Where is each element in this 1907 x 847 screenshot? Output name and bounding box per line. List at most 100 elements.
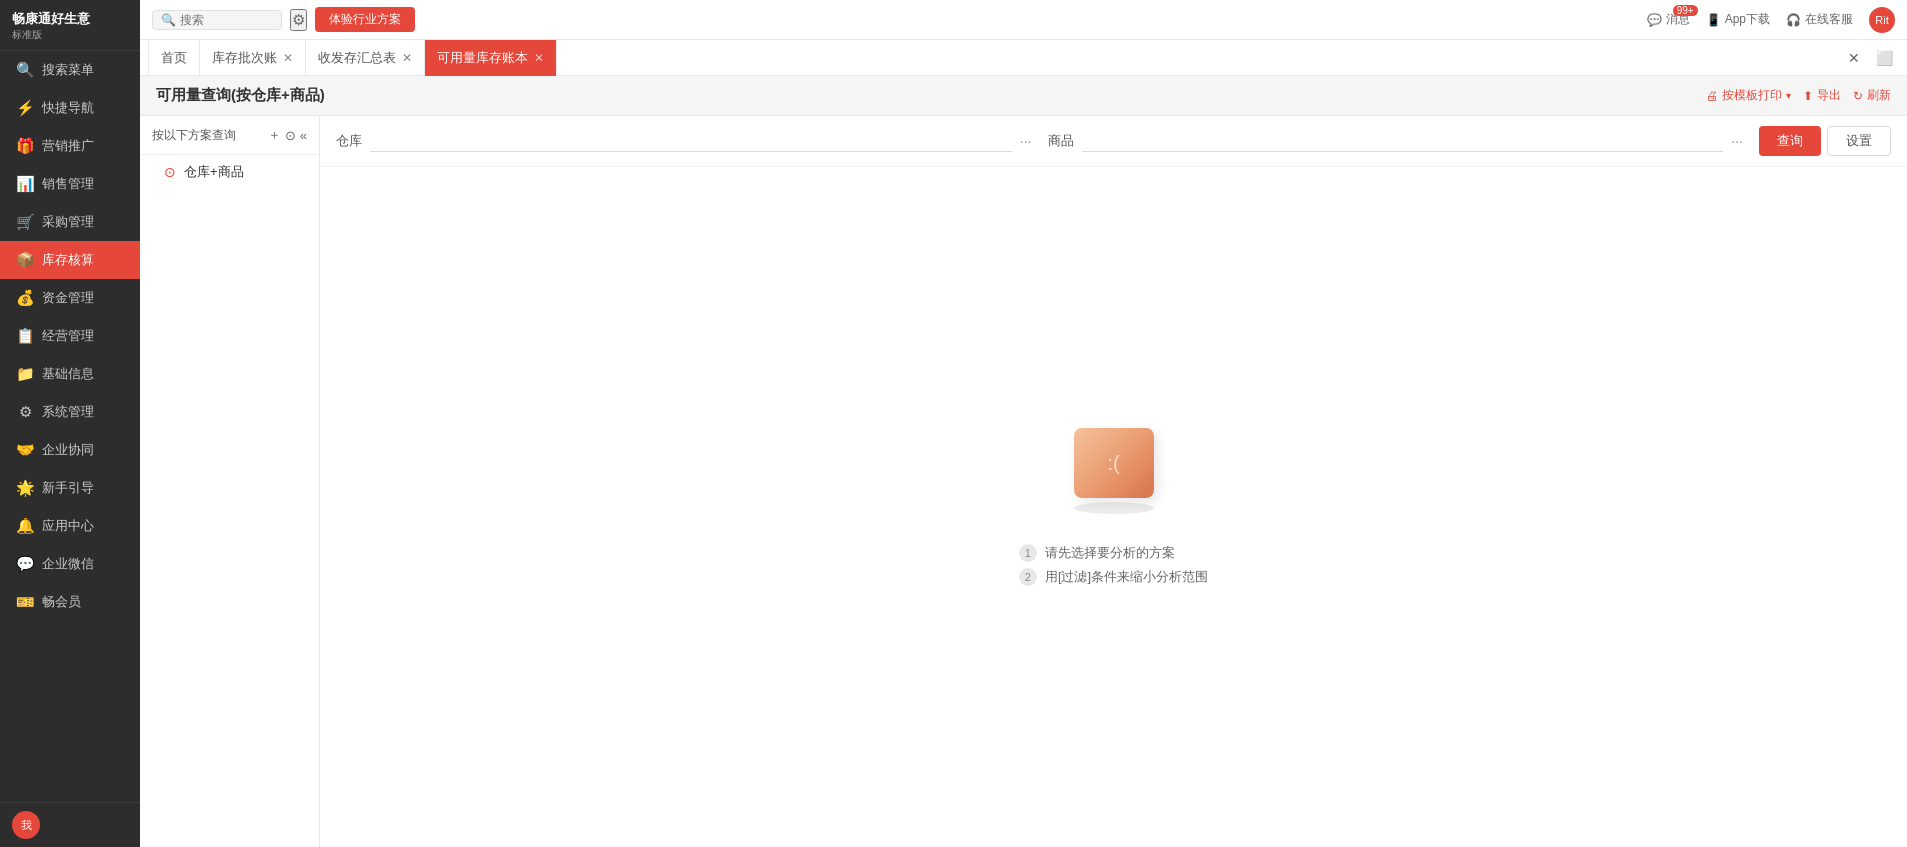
- sidebar-item-label: 快捷导航: [42, 99, 94, 117]
- export-icon: ⬆: [1803, 89, 1813, 103]
- print-icon: 🖨: [1706, 89, 1718, 103]
- settings-button[interactable]: 设置: [1827, 126, 1891, 156]
- settings-icon[interactable]: ⚙: [290, 9, 307, 31]
- tab-close-receipt[interactable]: ✕: [402, 51, 412, 65]
- sidebar-item-finance[interactable]: 💰 资金管理: [0, 279, 140, 317]
- message-badge: 99+: [1673, 5, 1698, 16]
- folder-icon: 📁: [16, 365, 34, 383]
- message-button[interactable]: 💬 消息 99+: [1647, 11, 1690, 28]
- app-subtitle: 标准版: [12, 28, 128, 42]
- tab-home[interactable]: 首页: [148, 40, 200, 76]
- search-box[interactable]: 🔍: [152, 10, 282, 30]
- sidebar-logo: 畅康通好生意 标准版: [0, 0, 140, 51]
- warehouse-input[interactable]: [370, 131, 1012, 152]
- sidebar-item-operation[interactable]: 📋 经营管理: [0, 317, 140, 355]
- page-title: 可用量查询(按仓库+商品): [156, 86, 325, 105]
- filter-header: 按以下方案查询 ＋ ⊙ «: [140, 116, 319, 155]
- topbar: 🔍 ⚙ 体验行业方案 💬 消息 99+ 📱 App下载 🎧 在线客服 Rit: [140, 0, 1907, 40]
- main-area: 🔍 ⚙ 体验行业方案 💬 消息 99+ 📱 App下载 🎧 在线客服 Rit: [140, 0, 1907, 847]
- sidebar-item-marketing[interactable]: 🎁 营销推广: [0, 127, 140, 165]
- sidebar-item-label: 营销推广: [42, 137, 94, 155]
- sidebar-footer[interactable]: 我: [0, 802, 140, 847]
- customer-service-button[interactable]: 🎧 在线客服: [1786, 11, 1853, 28]
- chevron-down-icon: ▾: [1786, 90, 1791, 101]
- tab-receipt-summary[interactable]: 收发存汇总表 ✕: [306, 40, 425, 76]
- empty-illustration: [1054, 428, 1174, 528]
- app-download-button[interactable]: 📱 App下载: [1706, 11, 1770, 28]
- topbar-right: 💬 消息 99+ 📱 App下载 🎧 在线客服 Rit: [1647, 7, 1895, 33]
- sidebar-item-label: 采购管理: [42, 213, 94, 231]
- warehouse-more-icon[interactable]: ···: [1020, 133, 1032, 149]
- sidebar-item-sales[interactable]: 📊 销售管理: [0, 165, 140, 203]
- empty-hint-1: 1 请先选择要分析的方案: [1019, 544, 1208, 562]
- sidebar-item-shortcut[interactable]: ⚡ 快捷导航: [0, 89, 140, 127]
- scheme-settings-button[interactable]: ⊙: [285, 128, 296, 143]
- print-button[interactable]: 🖨 按模板打印 ▾: [1706, 87, 1791, 104]
- goods-input[interactable]: [1082, 131, 1724, 152]
- scheme-item-warehouse-goods[interactable]: ⊙ 仓库+商品: [140, 155, 319, 189]
- sidebar-item-label: 基础信息: [42, 365, 94, 383]
- star-icon: 🌟: [16, 479, 34, 497]
- sidebar-item-wechat[interactable]: 💬 企业微信: [0, 545, 140, 583]
- refresh-label: 刷新: [1867, 87, 1891, 104]
- warehouse-field: 仓库 ···: [336, 131, 1032, 152]
- expand-window-icon[interactable]: ⬜: [1870, 48, 1899, 68]
- bell-icon: 🔔: [16, 517, 34, 535]
- sidebar-item-purchase[interactable]: 🛒 采购管理: [0, 203, 140, 241]
- refresh-button[interactable]: ↻ 刷新: [1853, 87, 1891, 104]
- tab-close-available[interactable]: ✕: [534, 51, 544, 65]
- empty-hints: 1 请先选择要分析的方案 2 用[过滤]条件来缩小分析范围: [1019, 544, 1208, 586]
- sidebar-item-enterprise[interactable]: 🤝 企业协同: [0, 431, 140, 469]
- tab-close-batch[interactable]: ✕: [283, 51, 293, 65]
- sidebar-item-label: 企业微信: [42, 555, 94, 573]
- phone-icon: 📱: [1706, 13, 1721, 27]
- hint-number-2: 2: [1019, 568, 1037, 586]
- scheme-icon: ⊙: [164, 164, 176, 180]
- sidebar-item-label: 销售管理: [42, 175, 94, 193]
- scheme-label: 仓库+商品: [184, 163, 244, 181]
- customer-service-label: 在线客服: [1805, 11, 1853, 28]
- shortcut-icon: ⚡: [16, 99, 34, 117]
- goods-more-icon[interactable]: ···: [1731, 133, 1743, 149]
- sidebar-item-member[interactable]: 🎫 畅会员: [0, 583, 140, 621]
- filter-panel: 按以下方案查询 ＋ ⊙ « ⊙ 仓库+商品: [140, 116, 320, 847]
- search-icon: 🔍: [161, 13, 176, 27]
- sidebar-item-label: 畅会员: [42, 593, 81, 611]
- user-initials: Rit: [1875, 14, 1888, 26]
- close-window-icon[interactable]: ✕: [1842, 48, 1866, 68]
- tab-available-ledger[interactable]: 可用量库存账本 ✕: [425, 40, 557, 76]
- empty-hint-2: 2 用[过滤]条件来缩小分析范围: [1019, 568, 1208, 586]
- handshake-icon: 🤝: [16, 441, 34, 459]
- sidebar-item-label: 应用中心: [42, 517, 94, 535]
- sidebar-item-search[interactable]: 🔍 搜索菜单: [0, 51, 140, 89]
- search-input[interactable]: [180, 13, 260, 27]
- user-profile[interactable]: Rit: [1869, 7, 1895, 33]
- export-button[interactable]: ⬆ 导出: [1803, 87, 1841, 104]
- sidebar-item-inventory[interactable]: 📦 库存核算: [0, 241, 140, 279]
- headset-icon: 🎧: [1786, 13, 1801, 27]
- export-label: 导出: [1817, 87, 1841, 104]
- cart-icon: 🛒: [16, 213, 34, 231]
- sidebar-item-label: 系统管理: [42, 403, 94, 421]
- goods-field: 商品 ···: [1048, 131, 1744, 152]
- collapse-panel-button[interactable]: «: [300, 128, 307, 143]
- sidebar-scroll: 🔍 搜索菜单 ⚡ 快捷导航 🎁 营销推广 📊 销售管理 🛒 采购管理 📦 库存核…: [0, 51, 140, 802]
- tabs-actions: ✕ ⬜: [1842, 48, 1899, 68]
- content-area: 按以下方案查询 ＋ ⊙ « ⊙ 仓库+商品 仓库 ···: [140, 116, 1907, 847]
- page-header: 可用量查询(按仓库+商品) 🖨 按模板打印 ▾ ⬆ 导出 ↻ 刷新: [140, 76, 1907, 116]
- sidebar-item-basic[interactable]: 📁 基础信息: [0, 355, 140, 393]
- print-label: 按模板打印: [1722, 87, 1782, 104]
- sidebar: 畅康通好生意 标准版 🔍 搜索菜单 ⚡ 快捷导航 🎁 营销推广 📊 销售管理 🛒…: [0, 0, 140, 847]
- query-button[interactable]: 查询: [1759, 126, 1821, 156]
- trial-button[interactable]: 体验行业方案: [315, 7, 415, 32]
- sidebar-item-label: 库存核算: [42, 251, 94, 269]
- hint-text-2: 用[过滤]条件来缩小分析范围: [1045, 568, 1208, 586]
- sidebar-item-guide[interactable]: 🌟 新手引导: [0, 469, 140, 507]
- empty-shadow: [1074, 502, 1154, 514]
- filter-header-actions: ＋ ⊙ «: [268, 126, 307, 144]
- sidebar-item-system[interactable]: ⚙ 系统管理: [0, 393, 140, 431]
- add-scheme-button[interactable]: ＋: [268, 126, 281, 144]
- sidebar-item-apps[interactable]: 🔔 应用中心: [0, 507, 140, 545]
- chat-icon: 💬: [16, 555, 34, 573]
- tab-batch-account[interactable]: 库存批次账 ✕: [200, 40, 306, 76]
